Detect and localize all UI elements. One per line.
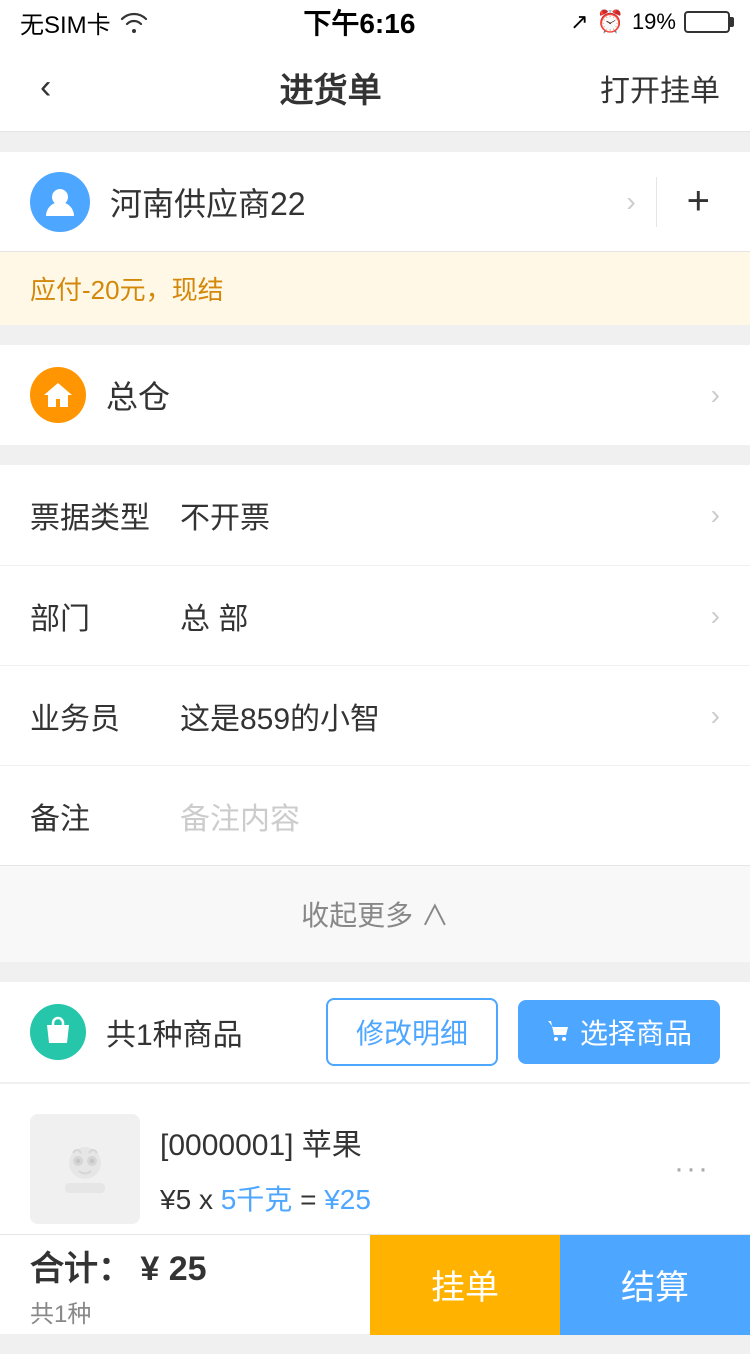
status-bar-left: 无SIM卡 xyxy=(20,5,149,40)
summary-count: 共1种 xyxy=(30,1294,340,1329)
total-value: ¥25 xyxy=(324,1184,371,1215)
summary-total: 合计： ¥ 25 xyxy=(30,1241,340,1290)
quantity-value: 5千克 xyxy=(221,1184,293,1215)
bag-icon xyxy=(41,1015,75,1049)
remark-label: 备注 xyxy=(30,794,170,838)
content-area: 河南供应商22 › + 应付-20元，现结 总仓 › 票据类型 不开票 › xyxy=(0,132,750,1354)
divider-2 xyxy=(0,325,750,345)
select-product-label: 选择商品 xyxy=(580,1012,692,1052)
status-bar: 无SIM卡 下午6:16 ↗ ⏰ 19% xyxy=(0,0,750,44)
department-value: 总 部 xyxy=(170,594,701,638)
remark-input[interactable]: 备注内容 xyxy=(170,794,720,838)
product-id: [0000001] xyxy=(160,1129,302,1162)
supplier-avatar xyxy=(30,172,90,232)
invoice-chevron-icon: › xyxy=(711,499,720,531)
product-info: [0000001] 苹果 ¥5 x 5千克 = ¥25 xyxy=(160,1120,644,1218)
product-thumbnail xyxy=(30,1114,140,1224)
supplier-divider xyxy=(656,177,657,227)
products-header: 共1种商品 修改明细 选择商品 xyxy=(0,982,750,1082)
supplier-chevron-icon: › xyxy=(626,186,635,218)
summary-info: 合计： ¥ 25 共1种 xyxy=(0,1241,370,1329)
battery-percent: 19% xyxy=(632,9,676,35)
supplier-row[interactable]: 河南供应商22 › + xyxy=(0,152,750,252)
location-icon: ↗ xyxy=(570,9,588,35)
bottom-summary: 合计： ¥ 25 共1种 挂单 结算 xyxy=(0,1234,750,1334)
select-product-button[interactable]: 选择商品 xyxy=(518,1000,720,1064)
department-label: 部门 xyxy=(30,594,170,638)
wifi-icon xyxy=(119,11,149,33)
total-label: 合计： xyxy=(30,1250,132,1288)
salesman-row[interactable]: 业务员 这是859的小智 › xyxy=(0,665,750,765)
total-amount: ¥ 25 xyxy=(140,1250,206,1288)
carrier-label: 无SIM卡 xyxy=(20,5,111,40)
alarm-icon: ⏰ xyxy=(597,9,624,35)
collapse-more-button[interactable]: 收起更多 ∧ xyxy=(0,865,750,962)
page-title: 进货单 xyxy=(280,63,382,112)
divider-3 xyxy=(0,445,750,465)
salesman-value: 这是859的小智 xyxy=(170,694,701,738)
warehouse-section: 总仓 › xyxy=(0,345,750,445)
checkout-button[interactable]: 结算 xyxy=(560,1235,750,1335)
product-price: ¥5 x 5千克 = ¥25 xyxy=(160,1178,644,1218)
cart-icon xyxy=(546,1019,572,1045)
warehouse-icon xyxy=(30,367,86,423)
battery-icon xyxy=(684,11,730,33)
invoice-type-value: 不开票 xyxy=(170,493,701,537)
product-placeholder-icon xyxy=(55,1139,115,1199)
salesman-chevron-icon: › xyxy=(711,700,720,732)
price-multiply: x xyxy=(199,1184,221,1215)
warehouse-chevron-icon: › xyxy=(711,379,720,411)
price-value: ¥5 xyxy=(160,1184,191,1215)
invoice-type-label: 票据类型 xyxy=(30,493,170,537)
warehouse-row[interactable]: 总仓 › xyxy=(0,345,750,445)
open-pending-button[interactable]: 打开挂单 xyxy=(600,66,720,110)
remark-row[interactable]: 备注 备注内容 xyxy=(0,765,750,865)
product-item: [0000001] 苹果 ¥5 x 5千克 = ¥25 ··· xyxy=(0,1084,750,1254)
supplier-section: 河南供应商22 › + 应付-20元，现结 xyxy=(0,152,750,325)
supplier-name: 河南供应商22 xyxy=(110,179,616,225)
department-chevron-icon: › xyxy=(711,600,720,632)
divider-1 xyxy=(0,132,750,152)
nav-bar: ‹ 进货单 打开挂单 xyxy=(0,44,750,132)
add-button[interactable]: + xyxy=(677,169,720,234)
warning-banner: 应付-20元，现结 xyxy=(0,252,750,325)
product-more-button[interactable]: ··· xyxy=(664,1142,720,1196)
invoice-type-row[interactable]: 票据类型 不开票 › xyxy=(0,465,750,565)
back-button[interactable]: ‹ xyxy=(30,58,61,117)
edit-detail-button[interactable]: 修改明细 xyxy=(326,998,498,1066)
products-count-label: 共1种商品 xyxy=(106,1010,306,1054)
avatar-icon xyxy=(42,184,78,220)
house-icon xyxy=(42,379,74,411)
product-name: [0000001] 苹果 xyxy=(160,1120,644,1164)
products-icon xyxy=(30,1004,86,1060)
price-equals: = xyxy=(300,1184,324,1215)
salesman-label: 业务员 xyxy=(30,694,170,738)
form-section: 票据类型 不开票 › 部门 总 部 › 业务员 这是859的小智 › 备注 备注… xyxy=(0,465,750,962)
status-bar-right: ↗ ⏰ 19% xyxy=(570,9,730,35)
status-bar-time: 下午6:16 xyxy=(303,2,415,42)
warehouse-name: 总仓 xyxy=(106,372,701,418)
suspend-button[interactable]: 挂单 xyxy=(370,1235,560,1335)
department-row[interactable]: 部门 总 部 › xyxy=(0,565,750,665)
divider-4 xyxy=(0,962,750,982)
